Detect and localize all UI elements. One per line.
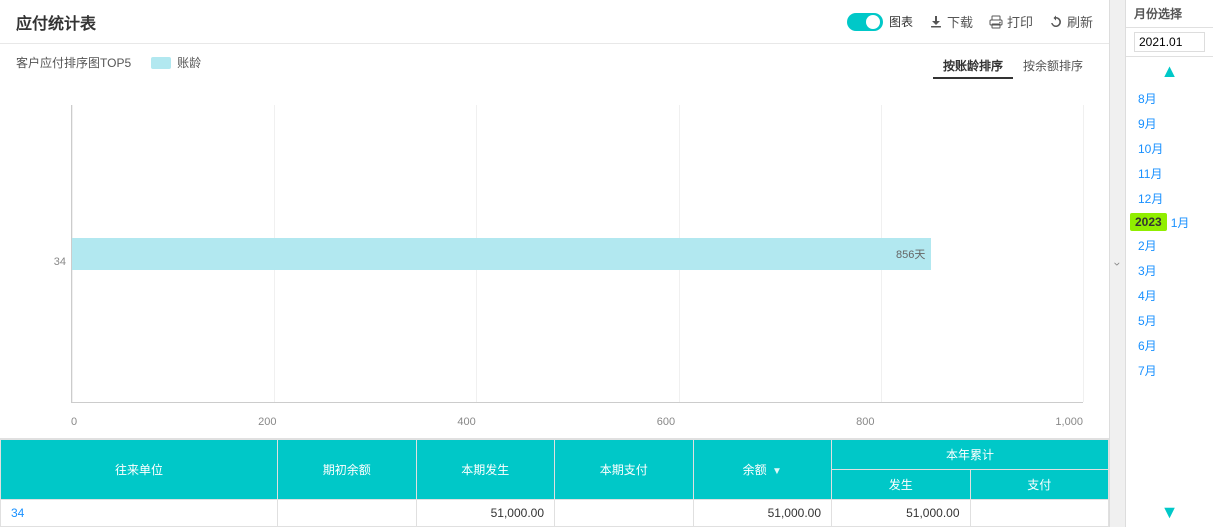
td-current-occur: 51,000.00 — [416, 500, 555, 527]
month-item-11[interactable]: 11月 — [1126, 161, 1213, 186]
balance-icon: ▼ — [772, 466, 782, 477]
header-actions: 图表 下载 打印 刷新 — [847, 12, 1093, 31]
legend-item-age: 账龄 — [151, 54, 201, 71]
x-label-0: 0 — [71, 416, 77, 428]
legend-color-age — [151, 57, 171, 69]
th-ytd-group: 本年累计 — [832, 440, 1109, 470]
table-row: 34 51,000.00 51,000.00 51,000.00 — [1, 500, 1109, 527]
month-item-6[interactable]: 6月 — [1126, 333, 1213, 358]
month-item-2[interactable]: 2月 — [1126, 233, 1213, 258]
month-item-10[interactable]: 10月 — [1126, 136, 1213, 161]
month-list: 8月 9月 10月 11月 12月 2023 1月 2月 3月 4月 5月 6月… — [1126, 86, 1213, 498]
legend-label-age: 账龄 — [177, 54, 201, 71]
chart-legend: 客户应付排序图TOP5 账龄 — [16, 54, 201, 71]
legend-label-top5: 客户应付排序图TOP5 — [16, 54, 131, 71]
th-unit: 往来单位 — [1, 440, 278, 500]
print-icon — [989, 15, 1003, 29]
sidebar-header: 月份选择 — [1126, 0, 1213, 28]
sidebar-date — [1126, 28, 1213, 57]
x-label-800: 800 — [856, 416, 874, 428]
sort-tab-age[interactable]: 按账龄排序 — [933, 54, 1013, 79]
bar-y-label: 34 — [36, 256, 66, 268]
sort-tabs: 按账龄排序 按余额排序 — [933, 54, 1093, 79]
legend-item-top5: 客户应付排序图TOP5 — [16, 54, 131, 71]
x-label-400: 400 — [457, 416, 475, 428]
td-opening — [278, 500, 417, 527]
page-container: 应付统计表 图表 下载 打印 刷新 — [0, 0, 1213, 527]
grid-1000 — [1083, 105, 1084, 402]
year-2023-row[interactable]: 2023 1月 — [1126, 211, 1213, 233]
chart-section: 客户应付排序图TOP5 账龄 按账龄排序 按余额排序 34 — [0, 44, 1109, 438]
td-current-pay — [555, 500, 694, 527]
bar-label: 856天 — [896, 246, 925, 262]
left-panel: 应付统计表 图表 下载 打印 刷新 — [0, 0, 1109, 527]
page-header: 应付统计表 图表 下载 打印 刷新 — [0, 0, 1109, 44]
date-input[interactable] — [1134, 32, 1205, 52]
chart-toggle[interactable] — [847, 13, 883, 31]
expand-icon: › — [1111, 262, 1125, 266]
unit-link[interactable]: 34 — [11, 506, 24, 520]
th-ytd-occur: 发生 — [832, 470, 971, 500]
chart-toggle-label: 图表 — [889, 13, 913, 30]
chart-toggle-wrap[interactable]: 图表 — [847, 13, 913, 31]
table-section: 往来单位 期初余额 本期发生 本期支付 余额 ▼ 本年累计 发生 — [0, 438, 1109, 527]
refresh-icon — [1049, 15, 1063, 29]
bar-row-34: 856天 — [72, 238, 931, 270]
download-button[interactable]: 下载 — [929, 12, 973, 31]
month-item-12[interactable]: 12月 — [1126, 186, 1213, 211]
x-label-200: 200 — [258, 416, 276, 428]
sidebar-expand-handle[interactable]: › — [1109, 0, 1125, 527]
month-item-7[interactable]: 7月 — [1126, 358, 1213, 383]
th-ytd-pay: 支付 — [970, 470, 1109, 500]
td-ytd-pay — [970, 500, 1109, 527]
month-item-8[interactable]: 8月 — [1126, 86, 1213, 111]
x-label-600: 600 — [657, 416, 675, 428]
x-label-1000: 1,000 — [1055, 416, 1083, 428]
bar-chart-area: 856天 — [71, 105, 1083, 403]
x-axis-labels: 0 200 400 600 800 1,000 — [71, 416, 1083, 428]
sort-tab-balance[interactable]: 按余额排序 — [1013, 54, 1093, 79]
data-table: 往来单位 期初余额 本期发生 本期支付 余额 ▼ 本年累计 发生 — [0, 439, 1109, 527]
table-container: 往来单位 期初余额 本期发生 本期支付 余额 ▼ 本年累计 发生 — [0, 439, 1109, 527]
td-balance: 51,000.00 — [693, 500, 832, 527]
th-current-pay: 本期支付 — [555, 440, 694, 500]
month-item-1[interactable]: 1月 — [1171, 214, 1190, 231]
year-badge: 2023 — [1130, 213, 1167, 231]
page-title: 应付统计表 — [16, 10, 96, 34]
month-item-4[interactable]: 4月 — [1126, 283, 1213, 308]
month-item-5[interactable]: 5月 — [1126, 308, 1213, 333]
th-balance: 余额 ▼ — [693, 440, 832, 500]
td-unit: 34 — [1, 500, 278, 527]
right-sidebar: 月份选择 ▲ 8月 9月 10月 11月 12月 2023 1月 2月 3月 4… — [1125, 0, 1213, 527]
refresh-button[interactable]: 刷新 — [1049, 12, 1093, 31]
th-opening: 期初余额 — [278, 440, 417, 500]
month-item-9[interactable]: 9月 — [1126, 111, 1213, 136]
th-current-occur: 本期发生 — [416, 440, 555, 500]
print-button[interactable]: 打印 — [989, 12, 1033, 31]
month-nav-down[interactable]: ▼ — [1126, 498, 1213, 527]
month-nav-up[interactable]: ▲ — [1126, 57, 1213, 86]
download-icon — [929, 15, 943, 29]
td-ytd-occur: 51,000.00 — [832, 500, 971, 527]
month-item-3[interactable]: 3月 — [1126, 258, 1213, 283]
